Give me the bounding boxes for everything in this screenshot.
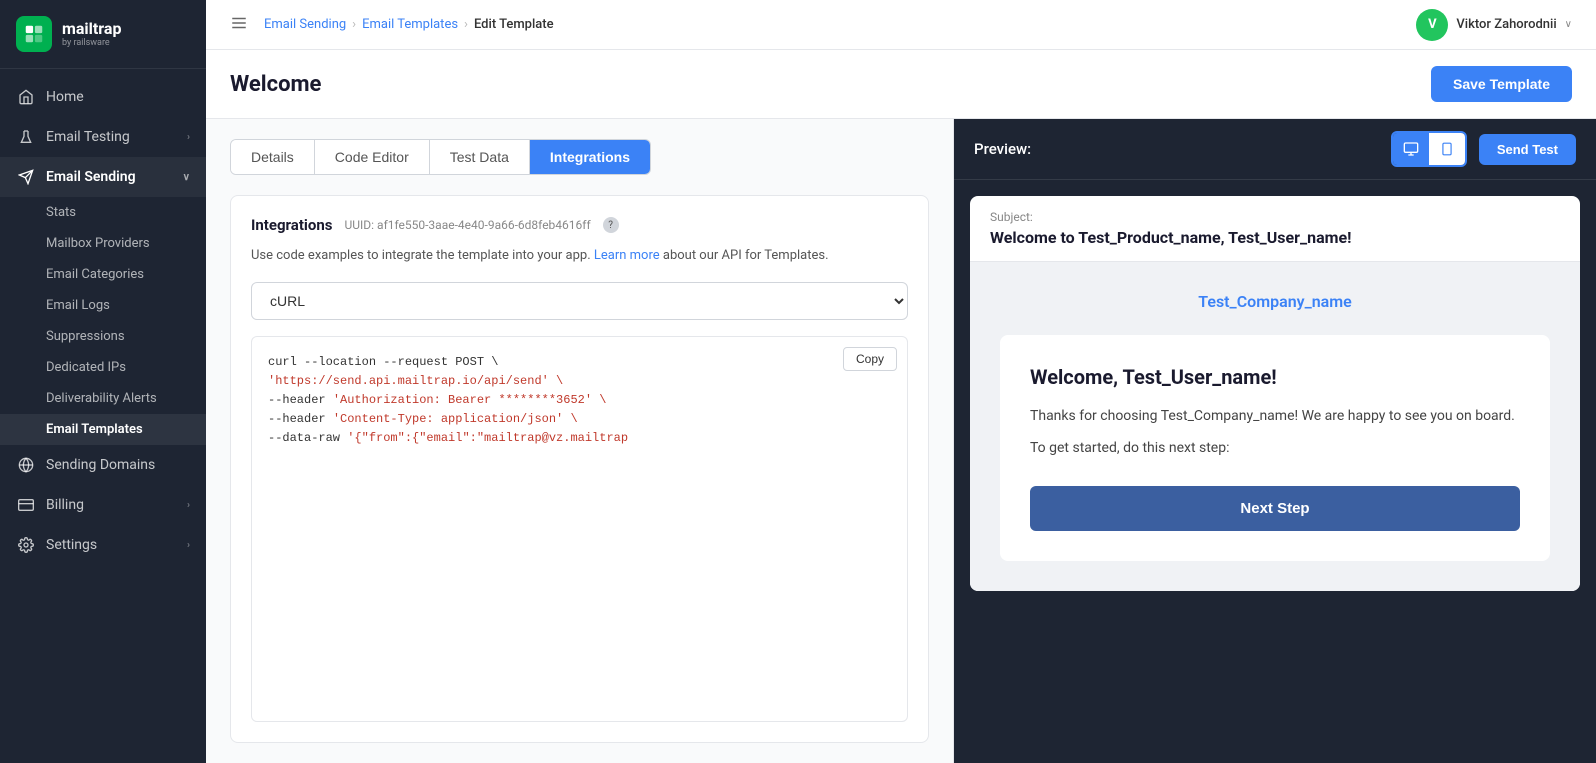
help-icon[interactable]: ? (603, 217, 619, 233)
sidebar-item-email-categories[interactable]: Email Categories (0, 259, 206, 290)
sidebar-item-mailbox-providers[interactable]: Mailbox Providers (0, 228, 206, 259)
view-toggle (1391, 131, 1467, 167)
email-subject-bar: Subject: Welcome to Test_Product_name, T… (970, 196, 1580, 262)
mobile-view-button[interactable] (1429, 133, 1465, 165)
content-area: Welcome Save Template Details Code Edito… (206, 50, 1596, 763)
email-company: Test_Company_name (1000, 292, 1550, 311)
chevron-down-icon: ∨ (183, 172, 190, 183)
send-test-button[interactable]: Send Test (1479, 134, 1576, 165)
code-block: Copy curl --location --request POST \ 'h… (251, 336, 908, 723)
tab-details[interactable]: Details (231, 140, 314, 174)
language-dropdown[interactable]: cURL Node.js PHP Ruby Python (251, 282, 908, 320)
split-view: Details Code Editor Test Data Integratio… (206, 119, 1596, 763)
email-text-1: Thanks for choosing Test_Company_name! W… (1030, 405, 1520, 427)
user-area[interactable]: V Viktor Zahorodnii ∨ (1416, 9, 1572, 41)
gear-icon (16, 535, 36, 555)
copy-button[interactable]: Copy (843, 347, 897, 371)
sidebar-item-home[interactable]: Home (0, 77, 206, 117)
sidebar-item-email-templates[interactable]: Email Templates (0, 414, 206, 445)
email-text-2: To get started, do this next step: (1030, 437, 1520, 459)
globe-icon (16, 455, 36, 475)
logo: mailtrap by railsware (0, 0, 206, 69)
next-step-button[interactable]: Next Step (1030, 486, 1520, 531)
logo-icon (16, 16, 52, 52)
breadcrumb-sep-2: › (464, 17, 468, 32)
home-icon (16, 87, 36, 107)
integrations-header: Integrations UUID: af1fe550-3aae-4e40-9a… (251, 216, 908, 234)
sidebar-item-label-email-testing: Email Testing (46, 129, 130, 145)
tab-integrations[interactable]: Integrations (529, 140, 650, 174)
tab-code-editor[interactable]: Code Editor (314, 140, 429, 174)
logo-name: mailtrap (62, 20, 121, 38)
sidebar-item-email-sending[interactable]: Email Sending ∨ (0, 157, 206, 197)
integrations-card: Integrations UUID: af1fe550-3aae-4e40-9a… (230, 195, 929, 743)
sidebar-item-deliverability-alerts[interactable]: Deliverability Alerts (0, 383, 206, 414)
preview-label: Preview: (974, 140, 1031, 158)
sidebar-item-email-testing[interactable]: Email Testing › (0, 117, 206, 157)
main-content: Email Sending › Email Templates › Edit T… (206, 0, 1596, 763)
breadcrumb-sep-1: › (352, 17, 356, 32)
email-greeting: Welcome, Test_User_name! (1030, 365, 1520, 389)
sidebar-item-settings[interactable]: Settings › (0, 525, 206, 565)
sidebar-nav: Home Email Testing › Email Sending ∨ Sta… (0, 69, 206, 763)
breadcrumb-email-templates[interactable]: Email Templates (362, 17, 458, 32)
breadcrumb-current: Edit Template (474, 17, 554, 32)
email-subject-label: Subject: (990, 210, 1560, 224)
tab-test-data[interactable]: Test Data (429, 140, 529, 174)
sidebar-item-label-home: Home (46, 89, 84, 105)
sidebar-item-suppressions[interactable]: Suppressions (0, 321, 206, 352)
email-preview-card: Subject: Welcome to Test_Product_name, T… (970, 196, 1580, 591)
preview-controls: Send Test (1391, 131, 1576, 167)
code-line-4: --header 'Content-Type: application/json… (268, 410, 891, 429)
chevron-right-billing-icon: › (187, 500, 190, 511)
preview-content: Subject: Welcome to Test_Product_name, T… (954, 180, 1596, 763)
email-subject-value: Welcome to Test_Product_name, Test_User_… (990, 228, 1560, 247)
sidebar-item-label-settings: Settings (46, 537, 97, 553)
sidebar-item-billing[interactable]: Billing › (0, 485, 206, 525)
sidebar-item-label-sending-domains: Sending Domains (46, 457, 155, 473)
integrations-desc: Use code examples to integrate the templ… (251, 246, 908, 266)
code-line-2: 'https://send.api.mailtrap.io/api/send' … (268, 372, 891, 391)
breadcrumb: Email Sending › Email Templates › Edit T… (264, 17, 1410, 32)
logo-text: mailtrap by railsware (62, 20, 121, 48)
sidebar: mailtrap by railsware Home Email Testing… (0, 0, 206, 763)
email-main-box: Welcome, Test_User_name! Thanks for choo… (1000, 335, 1550, 561)
save-template-button[interactable]: Save Template (1431, 66, 1572, 102)
preview-header: Preview: Send Test (954, 119, 1596, 180)
send-icon (16, 167, 36, 187)
menu-icon[interactable] (230, 14, 248, 36)
code-line-5: --data-raw '{"from":{"email":"mailtrap@v… (268, 429, 891, 448)
content-header: Welcome Save Template (206, 50, 1596, 119)
tab-bar: Details Code Editor Test Data Integratio… (230, 139, 651, 175)
breadcrumb-email-sending[interactable]: Email Sending (264, 17, 346, 32)
sidebar-item-sending-domains[interactable]: Sending Domains (0, 445, 206, 485)
learn-more-link[interactable]: Learn more (594, 248, 660, 263)
code-line-1: curl --location --request POST \ (268, 353, 891, 372)
right-panel: Preview: Send Test (954, 119, 1596, 763)
code-line-3: --header 'Authorization: Bearer ********… (268, 391, 891, 410)
desktop-view-button[interactable] (1393, 133, 1429, 165)
uuid-text: UUID: af1fe550-3aae-4e40-9a66-6d8feb4616… (344, 218, 590, 232)
chevron-right-settings-icon: › (187, 540, 190, 551)
chevron-down-user-icon: ∨ (1565, 19, 1572, 30)
dropdown-container: cURL Node.js PHP Ruby Python (251, 282, 908, 320)
flask-icon (16, 127, 36, 147)
avatar: V (1416, 9, 1448, 41)
left-panel: Details Code Editor Test Data Integratio… (206, 119, 954, 763)
chevron-right-icon: › (187, 132, 190, 143)
logo-sub: by railsware (62, 38, 121, 48)
user-name: Viktor Zahorodnii (1456, 17, 1556, 32)
sidebar-item-stats[interactable]: Stats (0, 197, 206, 228)
page-title: Welcome (230, 72, 321, 97)
integrations-title: Integrations (251, 216, 332, 234)
billing-icon (16, 495, 36, 515)
sidebar-item-label-billing: Billing (46, 497, 84, 513)
sidebar-item-dedicated-ips[interactable]: Dedicated IPs (0, 352, 206, 383)
sidebar-item-email-logs[interactable]: Email Logs (0, 290, 206, 321)
email-body: Test_Company_name Welcome, Test_User_nam… (970, 262, 1580, 591)
sidebar-item-label-email-sending: Email Sending (46, 169, 136, 185)
topbar: Email Sending › Email Templates › Edit T… (206, 0, 1596, 50)
